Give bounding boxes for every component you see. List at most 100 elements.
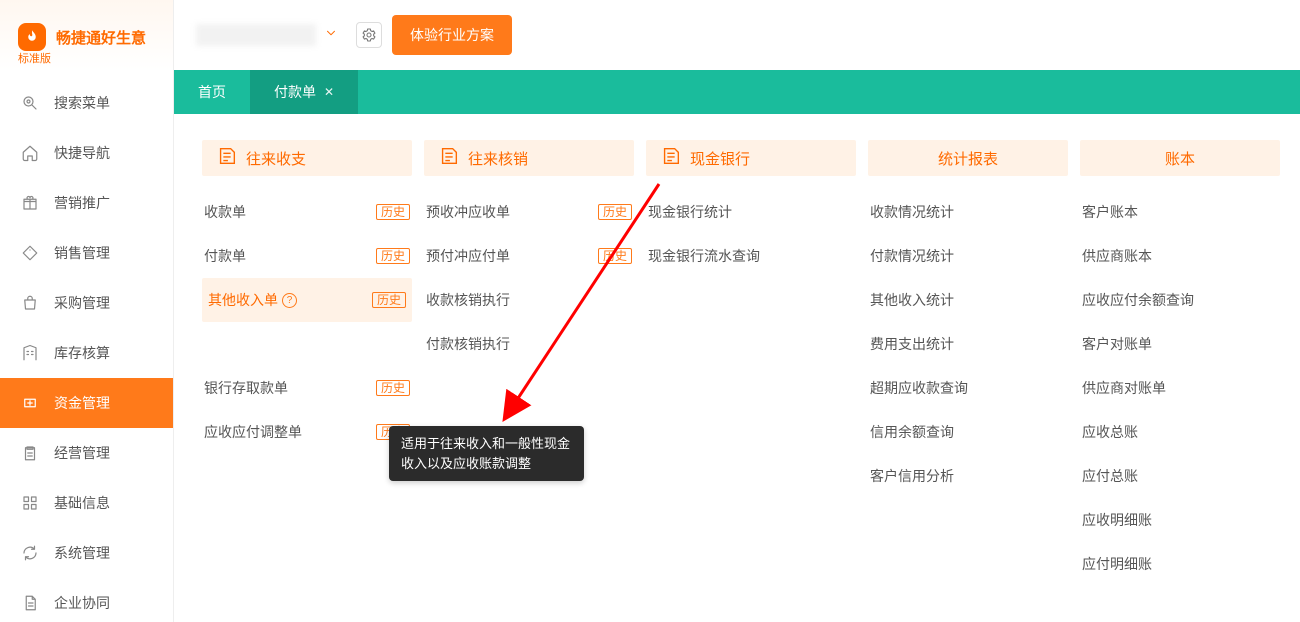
tooltip-text: 适用于往来收入和一般性现金收入以及应收账款调整 [401,436,570,471]
sidebar-item-label: 资金管理 [54,393,110,413]
sidebar-item-home[interactable]: 快捷导航 [0,128,173,178]
history-tag[interactable]: 历史 [376,380,410,396]
menu-item-label: 付款核销执行 [426,334,510,354]
sidebar-item-label: 快捷导航 [54,143,110,163]
menu-item[interactable]: 应收应付余额查询 [1080,278,1280,322]
sidebar-item-grid[interactable]: 基础信息 [0,478,173,528]
menu-item[interactable]: 预付冲应付单 历史 [424,234,634,278]
tag-icon [20,243,40,263]
sidebar-item-label: 库存核算 [54,343,110,363]
column-title: 账本 [1165,148,1195,169]
sidebar-item-label: 企业协同 [54,593,110,613]
sidebar-item-gift[interactable]: 营销推广 [0,178,173,228]
tab-bar: 首页付款单✕ [174,70,1300,114]
sidebar-item-building[interactable]: 库存核算 [0,328,173,378]
menu-item-label: 付款情况统计 [870,246,954,266]
menu-item[interactable]: 应收明细账 [1080,498,1280,542]
column-header: 账本 [1080,140,1280,176]
menu-item[interactable]: 其他收入统计 [868,278,1068,322]
sidebar-item-label: 基础信息 [54,493,110,513]
sidebar-item-search[interactable]: 搜索菜单 [0,78,173,128]
history-tag[interactable]: 历史 [372,292,406,308]
tooltip: 适用于往来收入和一般性现金收入以及应收账款调整 [389,426,584,481]
gear-icon [361,27,377,43]
menu-item[interactable]: 付款情况统计 [868,234,1068,278]
menu-item-label: 收款情况统计 [870,202,954,222]
settings-button[interactable] [356,22,382,48]
column-header: 统计报表 [868,140,1068,176]
menu-item[interactable]: 收款核销执行 [424,278,634,322]
module-column: 往来收支收款单历史付款单历史其他收入单?历史银行存取款单历史应收应付调整单历史 [202,140,412,586]
menu-item-label: 信用余额查询 [870,422,954,442]
menu-item-label: 应付总账 [1082,466,1138,486]
sidebar: 畅捷通好生意 标准版 搜索菜单快捷导航营销推广销售管理采购管理库存核算资金管理经… [0,0,174,622]
sidebar-item-money[interactable]: 资金管理 [0,378,173,428]
menu-item[interactable]: 客户账本 [1080,190,1280,234]
menu-item-label: 应收明细账 [1082,510,1152,530]
menu-item-label: 其他收入单 [208,290,278,310]
menu-item[interactable]: 客户对账单 [1080,322,1280,366]
menu-item-label: 收款单 [204,202,246,222]
experience-button[interactable]: 体验行业方案 [392,15,512,55]
menu-item-label: 费用支出统计 [870,334,954,354]
menu-item[interactable]: 其他收入单? 历史 [202,278,412,322]
module-column: 现金银行现金银行统计现金银行流水查询 [646,140,856,586]
menu-item[interactable]: 现金银行流水查询 [646,234,856,278]
sidebar-item-label: 搜索菜单 [54,93,110,113]
tab[interactable]: 首页 [174,70,250,114]
bag-icon [20,293,40,313]
menu-item[interactable]: 超期应收款查询 [868,366,1068,410]
menu-item-label: 收款核销执行 [426,290,510,310]
menu-item[interactable]: 应付明细账 [1080,542,1280,586]
help-icon[interactable]: ? [282,293,297,308]
building-icon [20,343,40,363]
menu-item[interactable]: 费用支出统计 [868,322,1068,366]
history-tag[interactable]: 历史 [376,248,410,264]
edition-badge: 标准版 [18,50,51,66]
brand-area: 畅捷通好生意 标准版 [0,0,173,70]
tab[interactable]: 付款单✕ [250,70,358,114]
menu-item[interactable]: 应付总账 [1080,454,1280,498]
history-tag[interactable]: 历史 [598,204,632,220]
org-selector[interactable] [188,20,346,50]
menu-item-label: 应付明细账 [1082,554,1152,574]
sidebar-item-doc[interactable]: 企业协同 [0,578,173,622]
sidebar-item-bag[interactable]: 采购管理 [0,278,173,328]
module-column: 统计报表收款情况统计付款情况统计其他收入统计费用支出统计超期应收款查询信用余额查… [868,140,1068,586]
document-icon [660,145,682,171]
menu-item[interactable]: 付款单历史 [202,234,412,278]
topbar: 体验行业方案 [174,0,1300,70]
doc-icon [20,593,40,613]
module-column: 往来核销预收冲应收单历史预付冲应付单历史收款核销执行付款核销执行 [424,140,634,586]
menu-item[interactable]: 信用余额查询 [868,410,1068,454]
menu-item-label: 客户信用分析 [870,466,954,486]
menu-item-label: 供应商账本 [1082,246,1152,266]
close-icon[interactable]: ✕ [324,85,334,99]
menu-item-label: 现金银行流水查询 [648,246,760,266]
menu-item[interactable]: 预收冲应收单历史 [424,190,634,234]
logo-icon [18,23,46,51]
history-tag[interactable]: 历史 [376,204,410,220]
clipboard-icon [20,443,40,463]
menu-item[interactable]: 应收应付调整单历史 [202,410,412,454]
sidebar-item-clipboard[interactable]: 经营管理 [0,428,173,478]
home-icon [20,143,40,163]
column-title: 往来收支 [246,148,306,169]
document-icon [216,145,238,171]
menu-item-label: 供应商对账单 [1082,378,1166,398]
history-tag[interactable]: 历史 [598,248,632,264]
menu-item[interactable]: 银行存取款单历史 [202,366,412,410]
menu-item[interactable]: 收款情况统计 [868,190,1068,234]
menu-item[interactable]: 付款核销执行 [424,322,634,366]
sidebar-item-tag[interactable]: 销售管理 [0,228,173,278]
sidebar-item-loop[interactable]: 系统管理 [0,528,173,578]
menu-item[interactable]: 供应商账本 [1080,234,1280,278]
search-icon [20,93,40,113]
menu-item[interactable]: 应收总账 [1080,410,1280,454]
menu-item-label: 预付冲应付单 [426,246,510,266]
flame-icon [23,28,41,46]
menu-item[interactable]: 现金银行统计 [646,190,856,234]
menu-item[interactable]: 收款单 历史 [202,190,412,234]
menu-item[interactable]: 供应商对账单 [1080,366,1280,410]
menu-item[interactable]: 客户信用分析 [868,454,1068,498]
